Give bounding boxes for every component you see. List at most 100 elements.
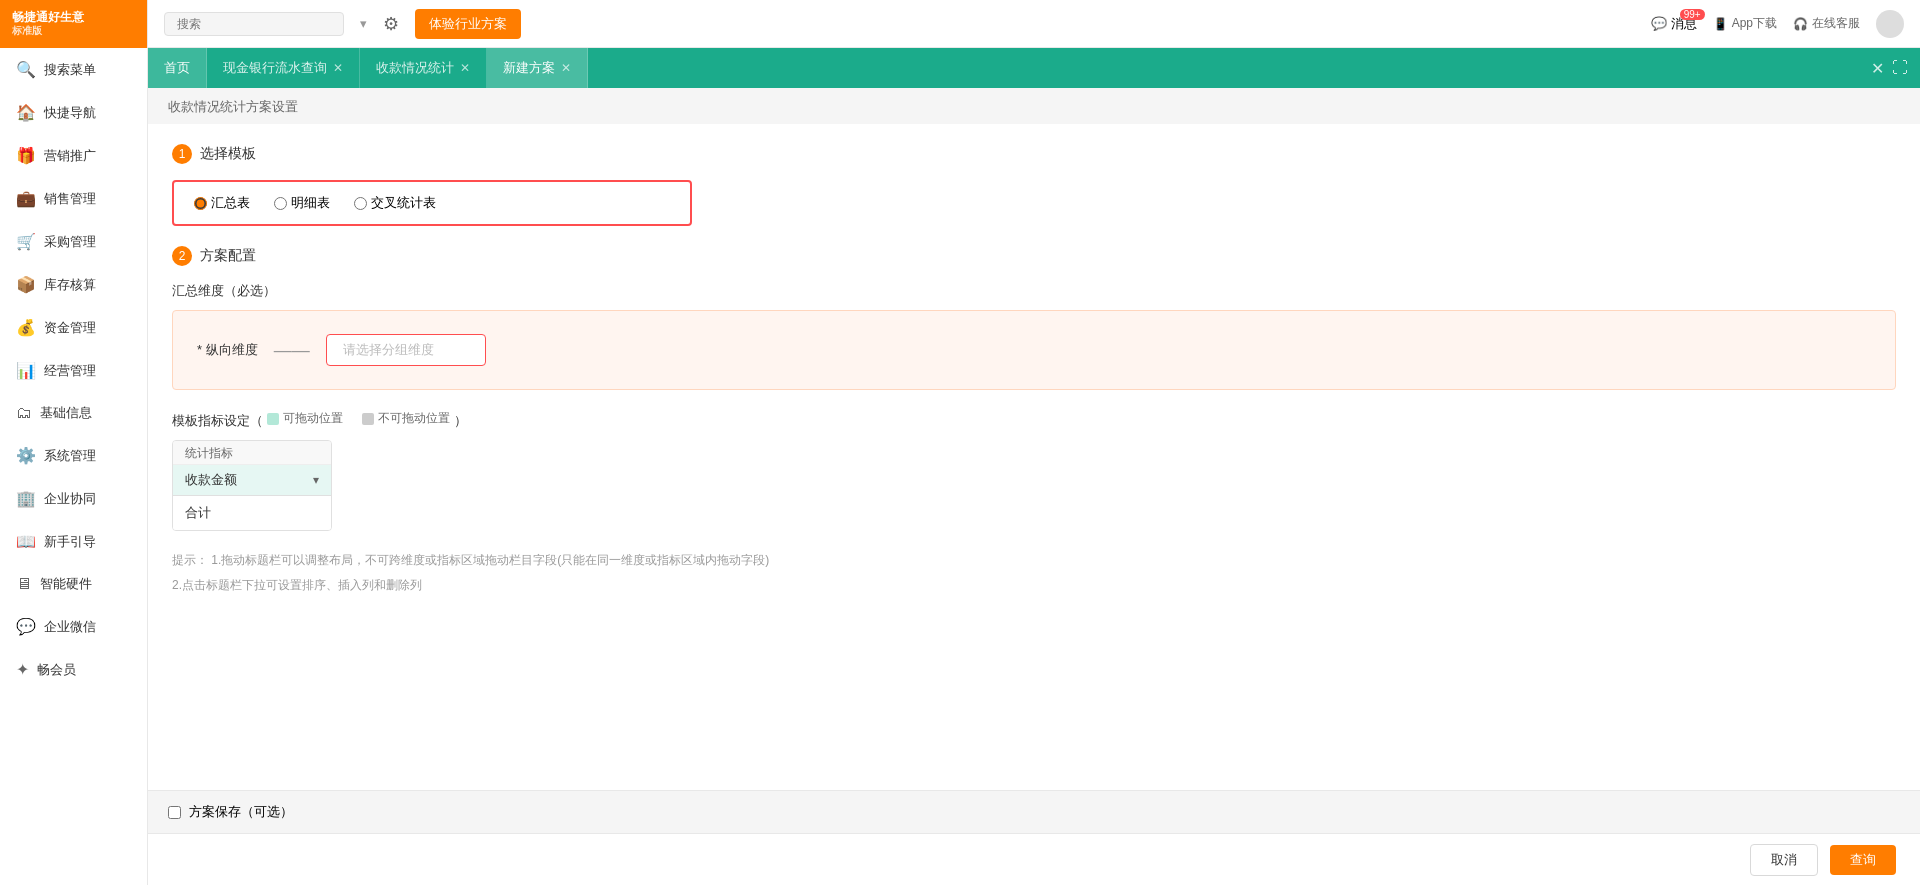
sidebar-item-label: 企业微信 bbox=[44, 618, 96, 636]
section1-title: 1 选择模板 bbox=[172, 144, 1896, 164]
maximize-icon[interactable]: ⛶ bbox=[1892, 59, 1908, 77]
sidebar-nav: 🔍 搜索菜单 🏠 快捷导航 🎁 营销推广 💼 销售管理 🛒 采购管理 📦 库存核… bbox=[0, 48, 147, 885]
sidebar-item-purchase[interactable]: 🛒 采购管理 bbox=[0, 220, 147, 263]
tab-collection-stats[interactable]: 收款情况统计 ✕ bbox=[360, 48, 487, 88]
arrow-icon: —— bbox=[274, 340, 310, 361]
online-service-link[interactable]: 🎧 在线客服 bbox=[1793, 15, 1860, 32]
sidebar-item-label: 销售管理 bbox=[44, 190, 96, 208]
template-selection: 汇总表 明细表 交叉统计表 bbox=[172, 180, 692, 226]
message-count: 99+ bbox=[1680, 9, 1705, 20]
sidebar-item-label: 智能硬件 bbox=[40, 575, 92, 593]
app-icon: 📱 bbox=[1713, 17, 1728, 31]
sidebar-item-label: 库存核算 bbox=[44, 276, 96, 294]
radio-summary-input[interactable] bbox=[194, 197, 207, 210]
brand-edition: 标准版 bbox=[12, 24, 84, 38]
dropdown-icon[interactable]: ▾ bbox=[360, 16, 367, 31]
sidebar-item-member[interactable]: ✦ 畅会员 bbox=[0, 648, 147, 691]
dimension-section: 汇总维度（必选） * 纵向维度 —— 请选择分组维度 bbox=[172, 282, 1896, 390]
sidebar-item-sales[interactable]: 💼 销售管理 bbox=[0, 177, 147, 220]
sidebar-item-label: 采购管理 bbox=[44, 233, 96, 251]
close-window-icon[interactable]: ✕ bbox=[1871, 59, 1884, 78]
radio-detail-input[interactable] bbox=[274, 197, 287, 210]
dimension-sublabel: 汇总维度（必选） bbox=[172, 282, 1896, 300]
sidebar-item-label: 基础信息 bbox=[40, 404, 92, 422]
app-download-link[interactable]: 📱 App下载 bbox=[1713, 15, 1777, 32]
service-icon: 🎧 bbox=[1793, 17, 1808, 31]
sidebar-item-quicknav[interactable]: 🏠 快捷导航 bbox=[0, 91, 147, 134]
operations-icon: 📊 bbox=[16, 361, 36, 380]
cancel-button[interactable]: 取消 bbox=[1750, 844, 1818, 876]
system-icon: ⚙️ bbox=[16, 446, 36, 465]
draggable-dot bbox=[267, 413, 279, 425]
metrics-column-header[interactable]: 收款金额 ▾ bbox=[173, 465, 331, 496]
topbar: ▾ ⚙ 体验行业方案 💬 消息 99+ 📱 App下载 🎧 在线客服 bbox=[148, 0, 1920, 48]
tab-new-scheme[interactable]: 新建方案 ✕ bbox=[487, 48, 588, 88]
tab-window-actions: ✕ ⛶ bbox=[1859, 48, 1920, 88]
sidebar-item-search[interactable]: 🔍 搜索菜单 bbox=[0, 48, 147, 91]
enterprise-icon: 🏢 bbox=[16, 489, 36, 508]
message-badge[interactable]: 💬 消息 99+ bbox=[1651, 15, 1697, 33]
legend-non-draggable: 不可拖动位置 bbox=[362, 410, 450, 427]
query-button[interactable]: 查询 bbox=[1830, 845, 1896, 875]
settings-icon[interactable]: ⚙ bbox=[383, 13, 399, 35]
home-icon: 🏠 bbox=[16, 103, 36, 122]
section2-num: 2 bbox=[172, 246, 192, 266]
metrics-group-header: 统计指标 bbox=[173, 441, 331, 465]
tip-1: 提示： 1.拖动标题栏可以调整布局，不可跨维度或指标区域拖动栏目字段(只能在同一… bbox=[172, 550, 1896, 572]
save-checkbox[interactable] bbox=[168, 806, 181, 819]
user-avatar[interactable] bbox=[1876, 10, 1904, 38]
tab-close-icon[interactable]: ✕ bbox=[561, 61, 571, 75]
sidebar-item-system[interactable]: ⚙️ 系统管理 bbox=[0, 434, 147, 477]
tab-close-icon[interactable]: ✕ bbox=[460, 61, 470, 75]
radio-detail[interactable]: 明细表 bbox=[274, 194, 330, 212]
radio-summary[interactable]: 汇总表 bbox=[194, 194, 250, 212]
sidebar-item-marketing[interactable]: 🎁 营销推广 bbox=[0, 134, 147, 177]
metrics-section: 模板指标设定（ 可拖动位置 不可拖动位置 ） 统计指标 bbox=[172, 410, 1896, 534]
radio-cross[interactable]: 交叉统计表 bbox=[354, 194, 436, 212]
tab-label: 现金银行流水查询 bbox=[223, 59, 327, 77]
industry-btn[interactable]: 体验行业方案 bbox=[415, 9, 521, 39]
main-area: ▾ ⚙ 体验行业方案 💬 消息 99+ 📱 App下载 🎧 在线客服 首页 bbox=[148, 0, 1920, 885]
page-body: 1 选择模板 汇总表 明细表 交叉统计表 2 bbox=[148, 124, 1920, 790]
metrics-cell: 合计 bbox=[173, 496, 331, 530]
hardware-icon: 🖥 bbox=[16, 575, 32, 593]
sidebar-item-basic[interactable]: 🗂 基础信息 bbox=[0, 392, 147, 434]
radio-detail-label: 明细表 bbox=[291, 194, 330, 212]
column-dropdown-icon[interactable]: ▾ bbox=[313, 473, 319, 487]
section2-title: 2 方案配置 bbox=[172, 246, 1896, 266]
tips-section: 提示： 1.拖动标题栏可以调整布局，不可跨维度或指标区域拖动栏目字段(只能在同一… bbox=[172, 550, 1896, 597]
brand-name: 畅捷通好生意 bbox=[12, 10, 84, 24]
sidebar-item-wechat[interactable]: 💬 企业微信 bbox=[0, 605, 147, 648]
tab-close-icon[interactable]: ✕ bbox=[333, 61, 343, 75]
sidebar-item-guide[interactable]: 📖 新手引导 bbox=[0, 520, 147, 563]
sidebar-item-enterprise[interactable]: 🏢 企业协同 bbox=[0, 477, 147, 520]
metrics-table: 统计指标 收款金额 ▾ 合计 bbox=[172, 440, 332, 531]
tab-home[interactable]: 首页 bbox=[148, 48, 207, 88]
tab-cash-bank[interactable]: 现金银行流水查询 ✕ bbox=[207, 48, 360, 88]
sidebar-item-operations[interactable]: 📊 经营管理 bbox=[0, 349, 147, 392]
section1-num: 1 bbox=[172, 144, 192, 164]
dimension-select[interactable]: 请选择分组维度 bbox=[326, 334, 486, 366]
dimension-area: * 纵向维度 —— 请选择分组维度 bbox=[172, 310, 1896, 390]
topbar-actions: 💬 消息 99+ 📱 App下载 🎧 在线客服 bbox=[1651, 10, 1904, 38]
search-icon: 🔍 bbox=[16, 60, 36, 79]
vertical-label: * 纵向维度 bbox=[197, 341, 258, 359]
gift-icon: 🎁 bbox=[16, 146, 36, 165]
sidebar: 畅捷通好生意 标准版 🔍 搜索菜单 🏠 快捷导航 🎁 营销推广 💼 销售管理 🛒… bbox=[0, 0, 148, 885]
sidebar-item-label: 经营管理 bbox=[44, 362, 96, 380]
radio-cross-input[interactable] bbox=[354, 197, 367, 210]
tabbar: 首页 现金银行流水查询 ✕ 收款情况统计 ✕ 新建方案 ✕ ✕ ⛶ bbox=[148, 48, 1920, 88]
sidebar-item-finance[interactable]: 💰 资金管理 bbox=[0, 306, 147, 349]
search-input[interactable] bbox=[164, 12, 344, 36]
sidebar-item-inventory[interactable]: 📦 库存核算 bbox=[0, 263, 147, 306]
sidebar-item-label: 营销推广 bbox=[44, 147, 96, 165]
footer-section: 方案保存（可选） bbox=[148, 790, 1920, 833]
sidebar-item-label: 快捷导航 bbox=[44, 104, 96, 122]
sidebar-item-hardware[interactable]: 🖥 智能硬件 bbox=[0, 563, 147, 605]
sidebar-item-label: 企业协同 bbox=[44, 490, 96, 508]
tab-label: 收款情况统计 bbox=[376, 59, 454, 77]
legend-draggable: 可拖动位置 bbox=[267, 410, 343, 427]
metrics-label: 模板指标设定（ 可拖动位置 不可拖动位置 ） bbox=[172, 410, 1896, 430]
tip-2: 2.点击标题栏下拉可设置排序、插入列和删除列 bbox=[172, 575, 1896, 597]
sidebar-item-label: 搜索菜单 bbox=[44, 61, 96, 79]
